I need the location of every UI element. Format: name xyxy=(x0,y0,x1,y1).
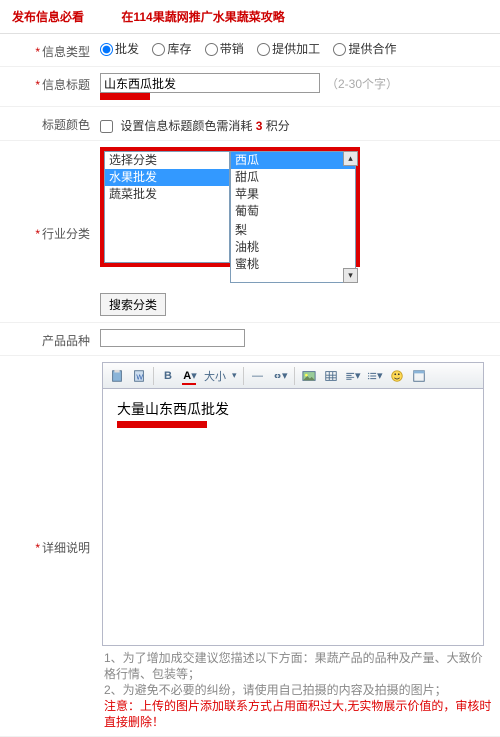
editor-content: 大量山东西瓜批发 xyxy=(117,399,469,419)
list-item[interactable]: 蔬菜批发 xyxy=(105,186,229,203)
list-item[interactable]: 苹果 xyxy=(231,186,355,203)
scroll-up-button[interactable]: ▴ xyxy=(343,151,358,166)
title-hint: （2-30个字） xyxy=(326,77,398,91)
tip-line: 2、为避免不必要的纠纷，请使用自己拍摄的内容及拍摄的图片； xyxy=(104,682,492,698)
bold-icon[interactable]: B xyxy=(160,368,176,384)
tip-line: 1、为了增加成交建议您描述以下方面：果蔬产品的品种及产量、大致价格行情、包装等； xyxy=(104,650,492,682)
required-heading: 发布信息必看 xyxy=(12,10,84,24)
radio-agent[interactable]: 带销 xyxy=(205,42,244,56)
row-title: *信息标题 （2-30个字） xyxy=(0,67,500,107)
list-item[interactable]: 蜜桃 xyxy=(231,256,355,273)
font-size-label[interactable]: 大小 xyxy=(204,368,226,384)
list-item[interactable]: 甜瓜 xyxy=(231,169,355,186)
label-title: *信息标题 xyxy=(0,73,100,93)
content-underline xyxy=(117,421,207,428)
list-item[interactable]: 西瓜 xyxy=(231,152,355,169)
row-brand: 产品品种 xyxy=(0,323,500,356)
list-item[interactable]: 选择分类 xyxy=(105,152,229,169)
radio-stock[interactable]: 库存 xyxy=(152,42,191,56)
category-left-list[interactable]: 选择分类 水果批发 蔬菜批发 xyxy=(104,151,230,263)
category-right-list[interactable]: 西瓜 甜瓜 苹果 葡萄 梨 油桃 蜜桃 xyxy=(230,151,356,283)
radio-wholesale[interactable]: 批发 xyxy=(100,42,139,56)
image-icon[interactable] xyxy=(301,368,317,384)
svg-text:W: W xyxy=(136,374,143,381)
chevron-down-icon[interactable]: ▾ xyxy=(232,370,237,381)
emoji-icon[interactable] xyxy=(389,368,405,384)
detail-field: W B A▾ 大小 ▾ — ▾ ▾ ▾ 大量山东西瓜批发 xyxy=(100,362,500,730)
row-category: *行业分类 选择分类 水果批发 蔬菜批发 西瓜 甜瓜 苹果 葡萄 梨 油桃 蜜桃… xyxy=(0,141,500,323)
page-header: 发布信息必看 在114果蔬网推广水果蔬菜攻略 xyxy=(0,0,500,34)
editor-toolbar: W B A▾ 大小 ▾ — ▾ ▾ ▾ xyxy=(103,363,483,389)
rich-editor: W B A▾ 大小 ▾ — ▾ ▾ ▾ 大量山东西瓜批发 xyxy=(102,362,484,646)
hr-icon[interactable]: — xyxy=(250,368,266,384)
label-brand: 产品品种 xyxy=(0,329,100,349)
title-underline xyxy=(100,93,150,100)
list-item[interactable]: 油桃 xyxy=(231,239,355,256)
row-detail: *详细说明 W B A▾ 大小▾ — ▾ ▾ ▾ 大量 xyxy=(0,356,500,737)
align-icon[interactable]: ▾ xyxy=(345,368,361,384)
label-title-color: 标题颜色 xyxy=(0,113,100,133)
scroll-down-button[interactable]: ▾ xyxy=(343,268,358,283)
row-info-type: *信息类型 批发 库存 带销 提供加工 提供合作 xyxy=(0,34,500,67)
detail-tips: 1、为了增加成交建议您描述以下方面：果蔬产品的品种及产量、大致价格行情、包装等；… xyxy=(104,650,492,730)
title-input[interactable] xyxy=(100,73,320,93)
label-detail: *详细说明 xyxy=(0,536,100,556)
radio-processing[interactable]: 提供加工 xyxy=(257,42,320,56)
label-info-type: *信息类型 xyxy=(0,40,100,60)
brand-input[interactable] xyxy=(100,329,245,347)
info-type-radios: 批发 库存 带销 提供加工 提供合作 xyxy=(100,40,500,57)
list-item[interactable]: 水果批发 xyxy=(105,169,229,186)
paste-icon[interactable] xyxy=(109,368,125,384)
header-tip[interactable]: 在114果蔬网推广水果蔬菜攻略 xyxy=(121,10,284,24)
link-icon[interactable]: ▾ xyxy=(272,368,288,384)
font-color-icon[interactable]: A▾ xyxy=(182,368,198,384)
title-field: （2-30个字） xyxy=(100,73,500,100)
list-icon[interactable]: ▾ xyxy=(367,368,383,384)
row-title-color: 标题颜色 设置信息标题颜色需消耗 3 积分 xyxy=(0,107,500,141)
paste-word-icon[interactable]: W xyxy=(131,368,147,384)
title-color-checkbox[interactable] xyxy=(100,120,113,133)
editor-body[interactable]: 大量山东西瓜批发 xyxy=(103,389,483,645)
fullscreen-icon[interactable] xyxy=(411,368,427,384)
brand-field xyxy=(100,329,500,347)
label-category: *行业分类 xyxy=(0,222,100,242)
search-category-button[interactable]: 搜索分类 xyxy=(100,293,166,316)
category-field: 选择分类 水果批发 蔬菜批发 西瓜 甜瓜 苹果 葡萄 梨 油桃 蜜桃 ▴ ▾ 搜… xyxy=(100,147,500,316)
table-icon[interactable] xyxy=(323,368,339,384)
title-color-field: 设置信息标题颜色需消耗 3 积分 xyxy=(100,117,500,134)
radio-coop[interactable]: 提供合作 xyxy=(333,42,396,56)
warning-line: 注意：上传的图片添加联系方式占用面积过大,无实物展示价值的，审核时直接删除！ xyxy=(104,698,492,730)
category-box: 选择分类 水果批发 蔬菜批发 西瓜 甜瓜 苹果 葡萄 梨 油桃 蜜桃 ▴ ▾ xyxy=(100,147,360,267)
list-item[interactable]: 葡萄 xyxy=(231,203,355,220)
list-item[interactable]: 梨 xyxy=(231,222,355,239)
